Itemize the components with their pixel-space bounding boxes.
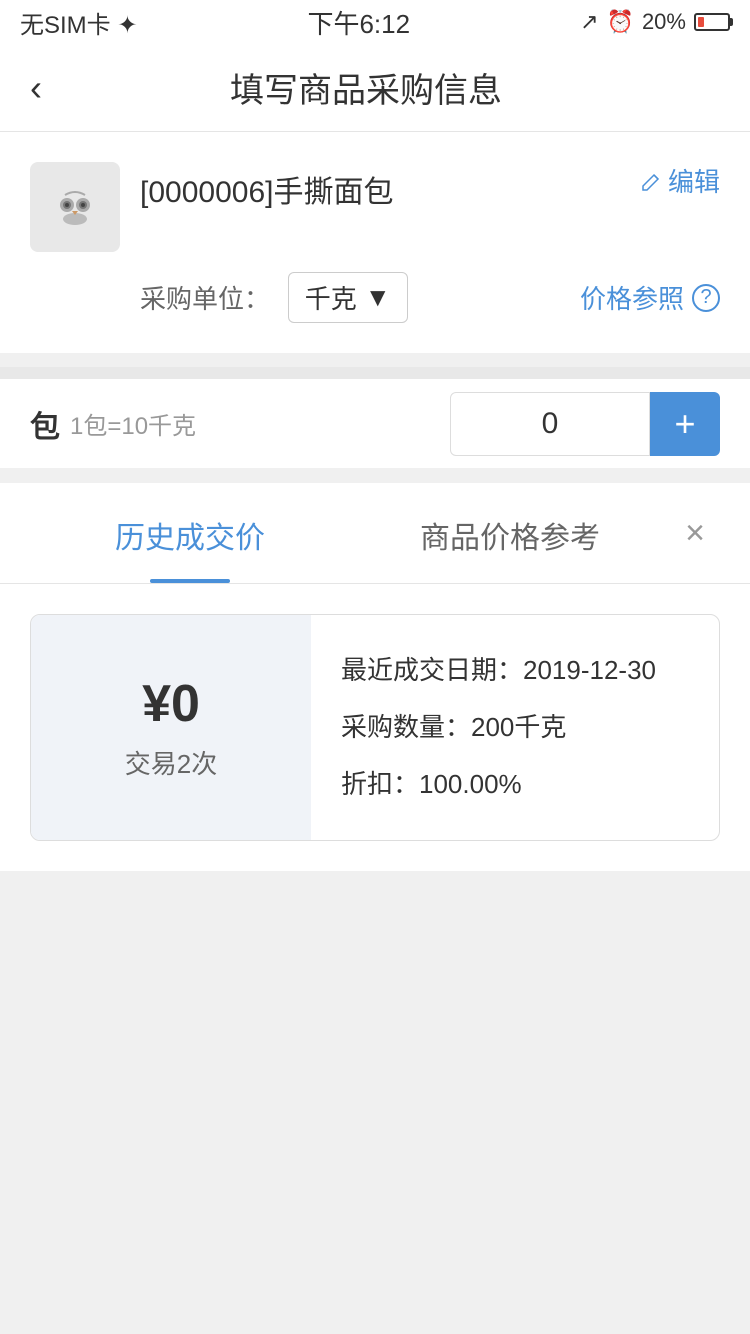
price-detail-date: 最近成交日期：2019-12-30 <box>341 651 689 690</box>
back-button[interactable]: ‹ <box>30 57 52 119</box>
quantity-input[interactable] <box>450 392 650 456</box>
price-card-right: 最近成交日期：2019-12-30 采购数量：200千克 折扣：100.00% <box>311 615 719 840</box>
battery-percent: 20% <box>642 9 686 35</box>
quantity-plus-button[interactable]: + <box>650 392 720 456</box>
quantity-input-group: + <box>230 392 720 456</box>
carrier-text: 无SIM卡 ✦ <box>20 5 137 40</box>
status-time: 下午6:12 <box>307 4 410 41</box>
status-right: ↗ ⏰ 20% <box>580 9 730 35</box>
unit-row-left: 采购单位： 千克 ▼ <box>140 272 408 323</box>
status-left: 无SIM卡 ✦ <box>20 5 137 40</box>
price-detail-discount: 折扣：100.00% <box>341 765 689 804</box>
product-name: [0000006]手撕面包 <box>140 162 393 211</box>
unit-conversion: 1包=10千克 <box>70 406 196 441</box>
battery-icon <box>694 13 730 31</box>
purchase-unit-row: 采购单位： 千克 ▼ 价格参照 ? <box>30 272 720 323</box>
status-bar: 无SIM卡 ✦ 下午6:12 ↗ ⏰ 20% <box>0 0 750 44</box>
tabs-close-button[interactable]: × <box>670 508 720 558</box>
dropdown-icon: ▼ <box>365 282 391 313</box>
page-title: 填写商品采购信息 <box>52 63 680 112</box>
price-count: 交易2次 <box>125 744 217 781</box>
unit-label: 采购单位： <box>140 284 270 314</box>
price-amount: ¥0 <box>142 674 200 734</box>
quantity-section: 包 1包=10千克 + <box>0 379 750 469</box>
product-left: [0000006]手撕面包 <box>30 162 393 252</box>
tab-history-price[interactable]: 历史成交价 <box>30 483 350 583</box>
tab-price-reference[interactable]: 商品价格参考 <box>350 483 670 583</box>
alarm-icon: ⏰ <box>607 9 634 35</box>
price-detail-quantity: 采购数量：200千克 <box>341 708 689 747</box>
price-ref-button[interactable]: 价格参照 ? <box>580 279 720 316</box>
quantity-label: 包 1包=10千克 <box>30 402 230 446</box>
currency-symbol: ¥ <box>142 675 171 733</box>
main-content: [0000006]手撕面包 编辑 采购单位： 千克 ▼ 价格参照 <box>0 132 750 871</box>
tabs-header: 历史成交价 商品价格参考 × <box>0 483 750 584</box>
help-icon: ? <box>692 284 720 312</box>
product-section: [0000006]手撕面包 编辑 采购单位： 千克 ▼ 价格参照 <box>0 132 750 353</box>
price-value: 0 <box>171 675 200 733</box>
product-image <box>30 162 120 252</box>
unit-badge: 包 <box>30 402 60 446</box>
price-cards: ¥0 交易2次 最近成交日期：2019-12-30 采购数量：200千克 折扣：… <box>0 584 750 871</box>
product-header: [0000006]手撕面包 编辑 <box>30 162 720 252</box>
unit-select[interactable]: 千克 ▼ <box>288 272 408 323</box>
price-card-left: ¥0 交易2次 <box>31 615 311 840</box>
price-card: ¥0 交易2次 最近成交日期：2019-12-30 采购数量：200千克 折扣：… <box>30 614 720 841</box>
tabs-section: 历史成交价 商品价格参考 × ¥0 交易2次 最近成交日期：2019-12-30 <box>0 483 750 871</box>
section-divider <box>0 367 750 379</box>
edit-button[interactable]: 编辑 <box>640 162 720 199</box>
nav-bar: ‹ 填写商品采购信息 <box>0 44 750 132</box>
location-icon: ↗ <box>580 9 598 35</box>
